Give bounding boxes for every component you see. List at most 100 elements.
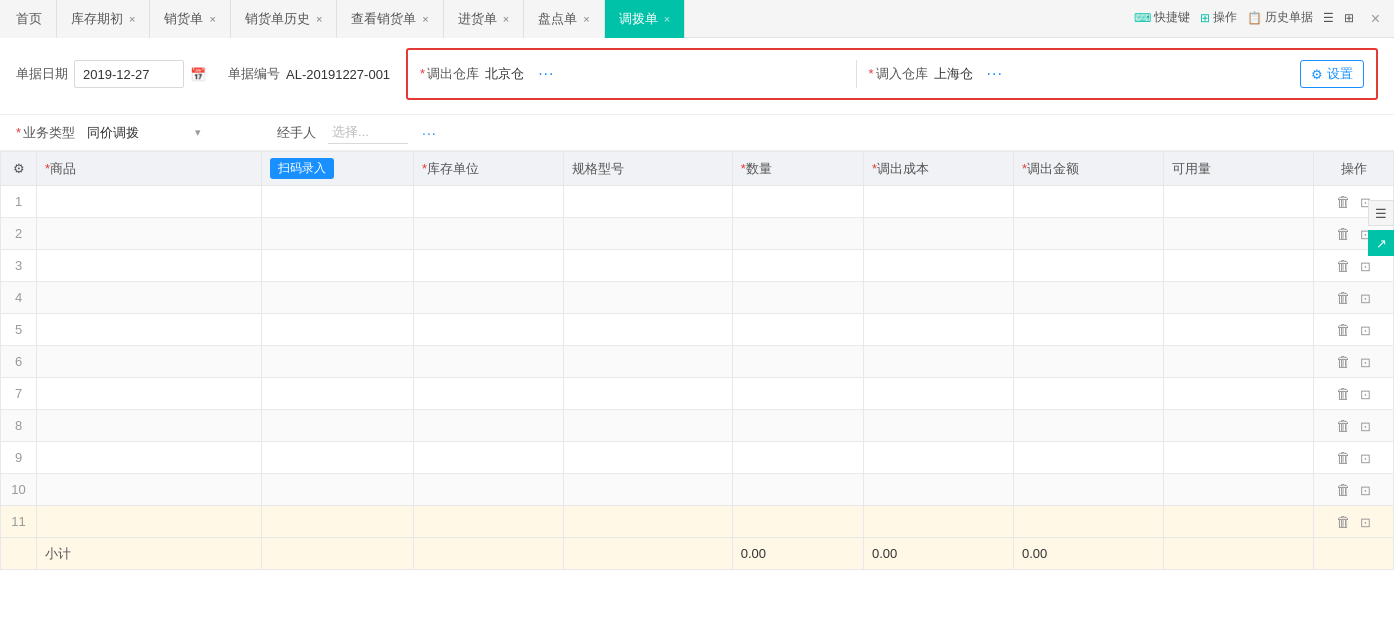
tab-home[interactable]: 首页 xyxy=(0,0,57,38)
cost-cell[interactable] xyxy=(863,218,1013,250)
layout2-button[interactable]: ⊞ xyxy=(1344,11,1354,25)
copy-icon[interactable]: ⊡ xyxy=(1360,355,1371,370)
person-dots[interactable]: ··· xyxy=(422,125,437,141)
float-external-button[interactable]: ↗ xyxy=(1368,230,1394,256)
cost-cell[interactable] xyxy=(863,442,1013,474)
cost-cell[interactable] xyxy=(863,378,1013,410)
spec-cell[interactable] xyxy=(563,442,732,474)
copy-icon[interactable]: ⊡ xyxy=(1360,451,1371,466)
unit-cell[interactable] xyxy=(413,186,563,218)
layout1-button[interactable]: ☰ xyxy=(1323,11,1334,25)
history-button[interactable]: 📋 历史单据 xyxy=(1247,9,1313,26)
product-cell[interactable] xyxy=(37,250,262,282)
biz-type-dropdown-icon[interactable]: ▾ xyxy=(195,126,201,139)
spec-cell[interactable] xyxy=(563,250,732,282)
cost-cell[interactable] xyxy=(863,282,1013,314)
spec-cell[interactable] xyxy=(563,186,732,218)
close-window-button[interactable]: × xyxy=(1357,10,1394,28)
amount-cell[interactable] xyxy=(1013,250,1163,282)
cost-cell[interactable] xyxy=(863,314,1013,346)
amount-cell[interactable] xyxy=(1013,442,1163,474)
product-cell[interactable] xyxy=(37,474,262,506)
amount-cell[interactable] xyxy=(1013,282,1163,314)
qty-cell[interactable] xyxy=(732,474,863,506)
qty-cell[interactable] xyxy=(732,346,863,378)
product-cell[interactable] xyxy=(37,442,262,474)
copy-icon[interactable]: ⊡ xyxy=(1360,419,1371,434)
amount-cell[interactable] xyxy=(1013,186,1163,218)
date-input[interactable] xyxy=(74,60,184,88)
calendar-icon[interactable]: 📅 xyxy=(190,67,206,82)
delete-icon[interactable]: 🗑 xyxy=(1336,481,1351,498)
copy-icon[interactable]: ⊡ xyxy=(1360,259,1371,274)
close-tab-stocktake[interactable]: × xyxy=(583,13,589,25)
product-cell[interactable] xyxy=(37,282,262,314)
person-select[interactable]: 选择... xyxy=(328,121,408,144)
spec-cell[interactable] xyxy=(563,314,732,346)
qty-cell[interactable] xyxy=(732,314,863,346)
spec-cell[interactable] xyxy=(563,378,732,410)
unit-cell[interactable] xyxy=(413,442,563,474)
product-cell[interactable] xyxy=(37,186,262,218)
delete-icon[interactable]: 🗑 xyxy=(1336,289,1351,306)
qty-cell[interactable] xyxy=(732,378,863,410)
cost-cell[interactable] xyxy=(863,186,1013,218)
tab-view-sales[interactable]: 查看销货单 × xyxy=(337,0,443,38)
delete-icon[interactable]: 🗑 xyxy=(1336,257,1351,274)
delete-icon[interactable]: 🗑 xyxy=(1336,449,1351,466)
unit-cell[interactable] xyxy=(413,282,563,314)
transfer-in-dots[interactable]: ··· xyxy=(987,65,1003,83)
copy-icon[interactable]: ⊡ xyxy=(1360,291,1371,306)
amount-cell[interactable] xyxy=(1013,410,1163,442)
scan-button[interactable]: 扫码录入 xyxy=(270,158,334,179)
spec-cell[interactable] xyxy=(563,218,732,250)
cost-cell[interactable] xyxy=(863,410,1013,442)
unit-cell[interactable] xyxy=(413,378,563,410)
delete-icon[interactable]: 🗑 xyxy=(1336,417,1351,434)
qty-cell[interactable] xyxy=(732,186,863,218)
spec-cell[interactable] xyxy=(563,282,732,314)
unit-cell[interactable] xyxy=(413,218,563,250)
qty-cell[interactable] xyxy=(732,218,863,250)
tab-sales[interactable]: 销货单 × xyxy=(150,0,230,38)
tab-sales-history[interactable]: 销货单历史 × xyxy=(231,0,337,38)
transfer-out-dots[interactable]: ··· xyxy=(538,65,554,83)
amount-cell[interactable] xyxy=(1013,218,1163,250)
close-tab-purchase[interactable]: × xyxy=(503,13,509,25)
float-list-button[interactable]: ☰ xyxy=(1368,200,1394,226)
spec-cell[interactable] xyxy=(563,474,732,506)
cost-cell[interactable] xyxy=(863,250,1013,282)
unit-cell[interactable] xyxy=(413,314,563,346)
col-gear[interactable]: ⚙ xyxy=(1,152,37,186)
unit-cell[interactable] xyxy=(413,474,563,506)
delete-icon[interactable]: 🗑 xyxy=(1336,193,1351,210)
settings-button[interactable]: ⚙ 设置 xyxy=(1300,60,1364,88)
close-tab-transfer[interactable]: × xyxy=(664,13,670,25)
delete-icon[interactable]: 🗑 xyxy=(1336,353,1351,370)
ops-button[interactable]: ⊞ 操作 xyxy=(1200,9,1237,26)
delete-icon[interactable]: 🗑 xyxy=(1336,321,1351,338)
close-tab-view-sales[interactable]: × xyxy=(422,13,428,25)
product-cell[interactable] xyxy=(37,218,262,250)
qty-cell[interactable] xyxy=(732,282,863,314)
amount-cell[interactable] xyxy=(1013,346,1163,378)
cost-cell[interactable] xyxy=(863,474,1013,506)
product-cell[interactable] xyxy=(37,378,262,410)
delete-icon[interactable]: 🗑 xyxy=(1336,385,1351,402)
spec-cell[interactable] xyxy=(563,346,732,378)
copy-icon[interactable]: ⊡ xyxy=(1360,387,1371,402)
tab-transfer[interactable]: 调拨单 × xyxy=(605,0,685,38)
tab-stocktake[interactable]: 盘点单 × xyxy=(524,0,604,38)
amount-cell[interactable] xyxy=(1013,314,1163,346)
close-tab-sales[interactable]: × xyxy=(209,13,215,25)
amount-cell[interactable] xyxy=(1013,474,1163,506)
close-tab-sales-history[interactable]: × xyxy=(316,13,322,25)
qty-cell[interactable] xyxy=(732,410,863,442)
cost-cell[interactable] xyxy=(863,346,1013,378)
qty-cell[interactable] xyxy=(732,442,863,474)
delete-icon[interactable]: 🗑 xyxy=(1336,225,1351,242)
shortcut-button[interactable]: ⌨ 快捷键 xyxy=(1134,9,1190,26)
unit-cell[interactable] xyxy=(413,410,563,442)
unit-cell[interactable] xyxy=(413,346,563,378)
close-tab-inventory-init[interactable]: × xyxy=(129,13,135,25)
